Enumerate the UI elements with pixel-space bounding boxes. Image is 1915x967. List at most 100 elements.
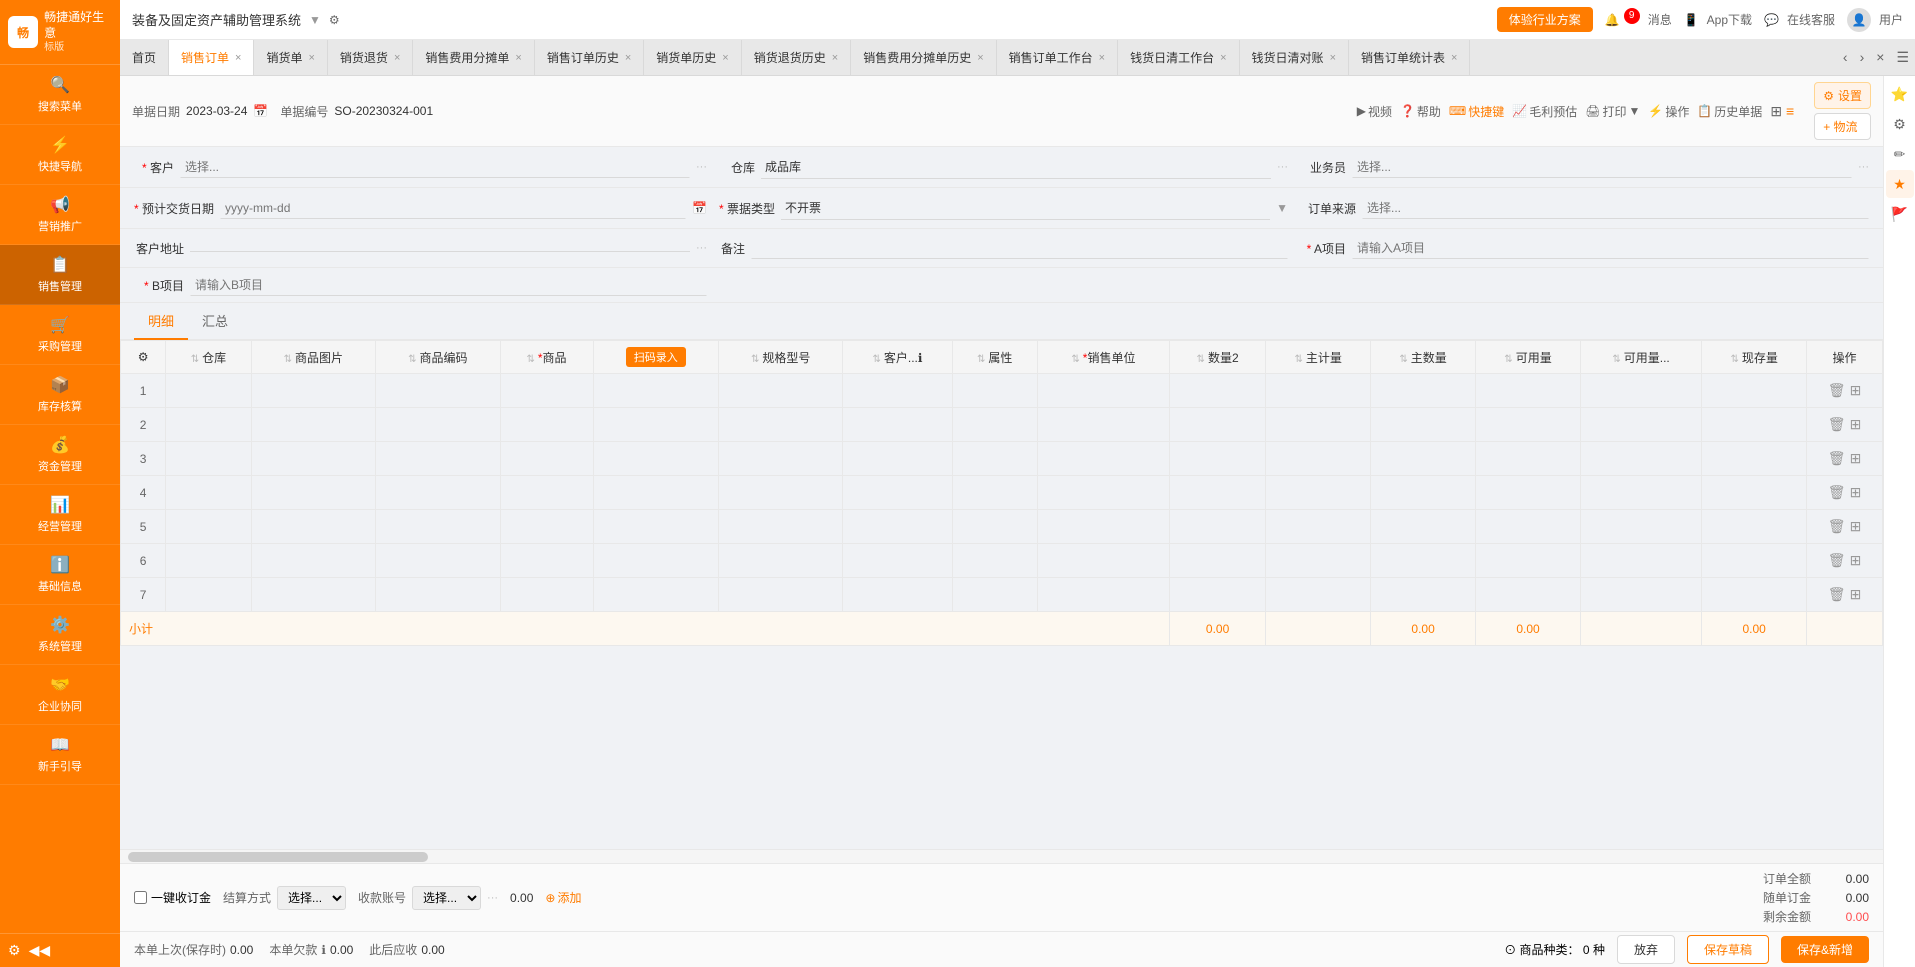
tab-daily-workbench[interactable]: 钱货日清工作台 × — [1118, 40, 1239, 76]
row-main-qty[interactable] — [1371, 510, 1476, 544]
row-copy-icon[interactable]: ⊞ — [1850, 552, 1862, 569]
row-copy-icon[interactable]: ⊞ — [1850, 450, 1862, 467]
sidebar-item-search[interactable]: 🔍 搜索菜单 — [0, 65, 120, 125]
row-spec[interactable] — [718, 578, 842, 612]
profit-btn[interactable]: 📈 毛利预估 — [1512, 103, 1577, 120]
address-input[interactable] — [190, 245, 690, 252]
scan-button[interactable]: 扫码录入 — [626, 347, 686, 367]
right-panel-flag-icon[interactable]: 🚩 — [1886, 200, 1914, 228]
sidebar-item-sysadmin[interactable]: ⚙️ 系统管理 — [0, 605, 120, 665]
settings-icon[interactable]: ⚙ — [329, 13, 340, 27]
owe-info-icon[interactable]: ℹ — [321, 943, 326, 957]
row-spec[interactable] — [718, 442, 842, 476]
row-unit[interactable] — [1037, 578, 1169, 612]
col-spec[interactable]: ⇅规格型号 — [718, 341, 842, 374]
row-attribute[interactable] — [952, 578, 1037, 612]
staff-more-icon[interactable]: ··· — [1858, 161, 1869, 173]
row-stock[interactable] — [1702, 578, 1807, 612]
right-panel-bookmark-icon[interactable]: ⭐ — [1886, 80, 1914, 108]
shortcut-btn[interactable]: ⌨ 快捷键 — [1449, 103, 1504, 120]
row-delete-icon[interactable]: 🗑 — [1828, 382, 1846, 399]
row-stock[interactable] — [1702, 510, 1807, 544]
horizontal-scrollbar[interactable] — [120, 849, 1883, 863]
row-main-unit[interactable] — [1266, 578, 1371, 612]
close-tab-icon[interactable]: × — [515, 52, 521, 64]
row-unit[interactable] — [1037, 510, 1169, 544]
table-wrapper[interactable]: ⚙ ⇅仓库 ⇅商品图片 ⇅商品编码 ⇅*商品 扫码录入 ⇅规格型号 ⇅客户...… — [120, 340, 1883, 849]
tab-sales-order[interactable]: 销售订单 × — [169, 40, 254, 76]
row-product[interactable] — [500, 510, 593, 544]
app-download-group[interactable]: 📱 App下载 — [1684, 11, 1752, 28]
print-dropdown-icon[interactable]: ▼ — [1628, 104, 1640, 118]
row-unit[interactable] — [1037, 374, 1169, 408]
row-scan[interactable] — [593, 578, 718, 612]
col-available[interactable]: ⇅可用量 — [1476, 341, 1581, 374]
row-product[interactable] — [500, 476, 593, 510]
tab-order-history[interactable]: 销售订单历史 × — [535, 40, 644, 76]
a-project-input[interactable] — [1352, 237, 1869, 259]
row-qty2[interactable] — [1169, 544, 1265, 578]
sidebar-item-quicknav[interactable]: ⚡ 快捷导航 — [0, 125, 120, 185]
row-spec[interactable] — [718, 374, 842, 408]
row-warehouse[interactable] — [166, 476, 251, 510]
row-qty2[interactable] — [1169, 510, 1265, 544]
row-code[interactable] — [376, 544, 500, 578]
print-btn[interactable]: 🖨 打印 ▼ — [1585, 103, 1640, 120]
row-copy-icon[interactable]: ⊞ — [1850, 382, 1862, 399]
view-video-btn[interactable]: ▶ 视频 — [1357, 103, 1392, 120]
row-qty2[interactable] — [1169, 578, 1265, 612]
detail-tab-detail[interactable]: 明细 — [134, 303, 188, 340]
grid-view-icon[interactable]: ⊞ — [1770, 103, 1782, 120]
sidebar-item-basicinfo[interactable]: ℹ️ 基础信息 — [0, 545, 120, 605]
notification-group[interactable]: 🔔 9 消息 — [1605, 11, 1672, 28]
tab-return-history[interactable]: 销货退货历史 × — [742, 40, 851, 76]
row-code[interactable] — [376, 476, 500, 510]
one-click-deposit-checkbox[interactable] — [134, 891, 147, 904]
row-main-unit[interactable] — [1266, 476, 1371, 510]
row-scan[interactable] — [593, 510, 718, 544]
row-product[interactable] — [500, 442, 593, 476]
row-attribute[interactable] — [952, 510, 1037, 544]
tab-next-icon[interactable]: › — [1854, 49, 1871, 66]
settings-button[interactable]: ⚙ 设置 — [1814, 82, 1871, 109]
close-tab-icon[interactable]: × — [1451, 52, 1457, 64]
col-scan[interactable]: 扫码录入 — [593, 341, 718, 374]
row-main-unit[interactable] — [1266, 510, 1371, 544]
save-new-button[interactable]: 保存&新增 — [1781, 936, 1869, 963]
row-spec[interactable] — [718, 476, 842, 510]
row-stock[interactable] — [1702, 476, 1807, 510]
b-project-input[interactable] — [190, 274, 707, 296]
row-main-qty[interactable] — [1371, 544, 1476, 578]
row-image[interactable] — [251, 408, 375, 442]
order-source-input[interactable] — [1362, 197, 1869, 219]
row-warehouse[interactable] — [166, 578, 251, 612]
tab-prev-icon[interactable]: ‹ — [1837, 49, 1854, 66]
close-tab-icon[interactable]: × — [1220, 52, 1226, 64]
row-warehouse[interactable] — [166, 442, 251, 476]
row-customer-code[interactable] — [843, 408, 952, 442]
row-code[interactable] — [376, 578, 500, 612]
col-code[interactable]: ⇅商品编码 — [376, 341, 500, 374]
online-service-group[interactable]: 💬 在线客服 — [1764, 11, 1835, 28]
row-unit[interactable] — [1037, 408, 1169, 442]
row-attribute[interactable] — [952, 374, 1037, 408]
right-panel-star-icon[interactable]: ★ — [1886, 170, 1914, 198]
row-stock[interactable] — [1702, 442, 1807, 476]
row-qty2[interactable] — [1169, 476, 1265, 510]
row-code[interactable] — [376, 374, 500, 408]
row-image[interactable] — [251, 476, 375, 510]
row-available2[interactable] — [1580, 476, 1701, 510]
close-tab-icon[interactable]: × — [1099, 52, 1105, 64]
row-qty2[interactable] — [1169, 408, 1265, 442]
invoice-dropdown-icon[interactable]: ▼ — [1276, 201, 1288, 215]
row-spec[interactable] — [718, 510, 842, 544]
customer-more-icon[interactable]: ··· — [696, 161, 707, 173]
calendar-icon[interactable]: 📅 — [253, 104, 268, 118]
row-code[interactable] — [376, 510, 500, 544]
row-stock[interactable] — [1702, 544, 1807, 578]
user-group[interactable]: 👤 用户 — [1847, 8, 1903, 32]
goods-button[interactable]: + 物流 — [1814, 113, 1871, 140]
sidebar-item-inventory[interactable]: 📦 库存核算 — [0, 365, 120, 425]
row-attribute[interactable] — [952, 408, 1037, 442]
delivery-input[interactable] — [220, 197, 686, 219]
